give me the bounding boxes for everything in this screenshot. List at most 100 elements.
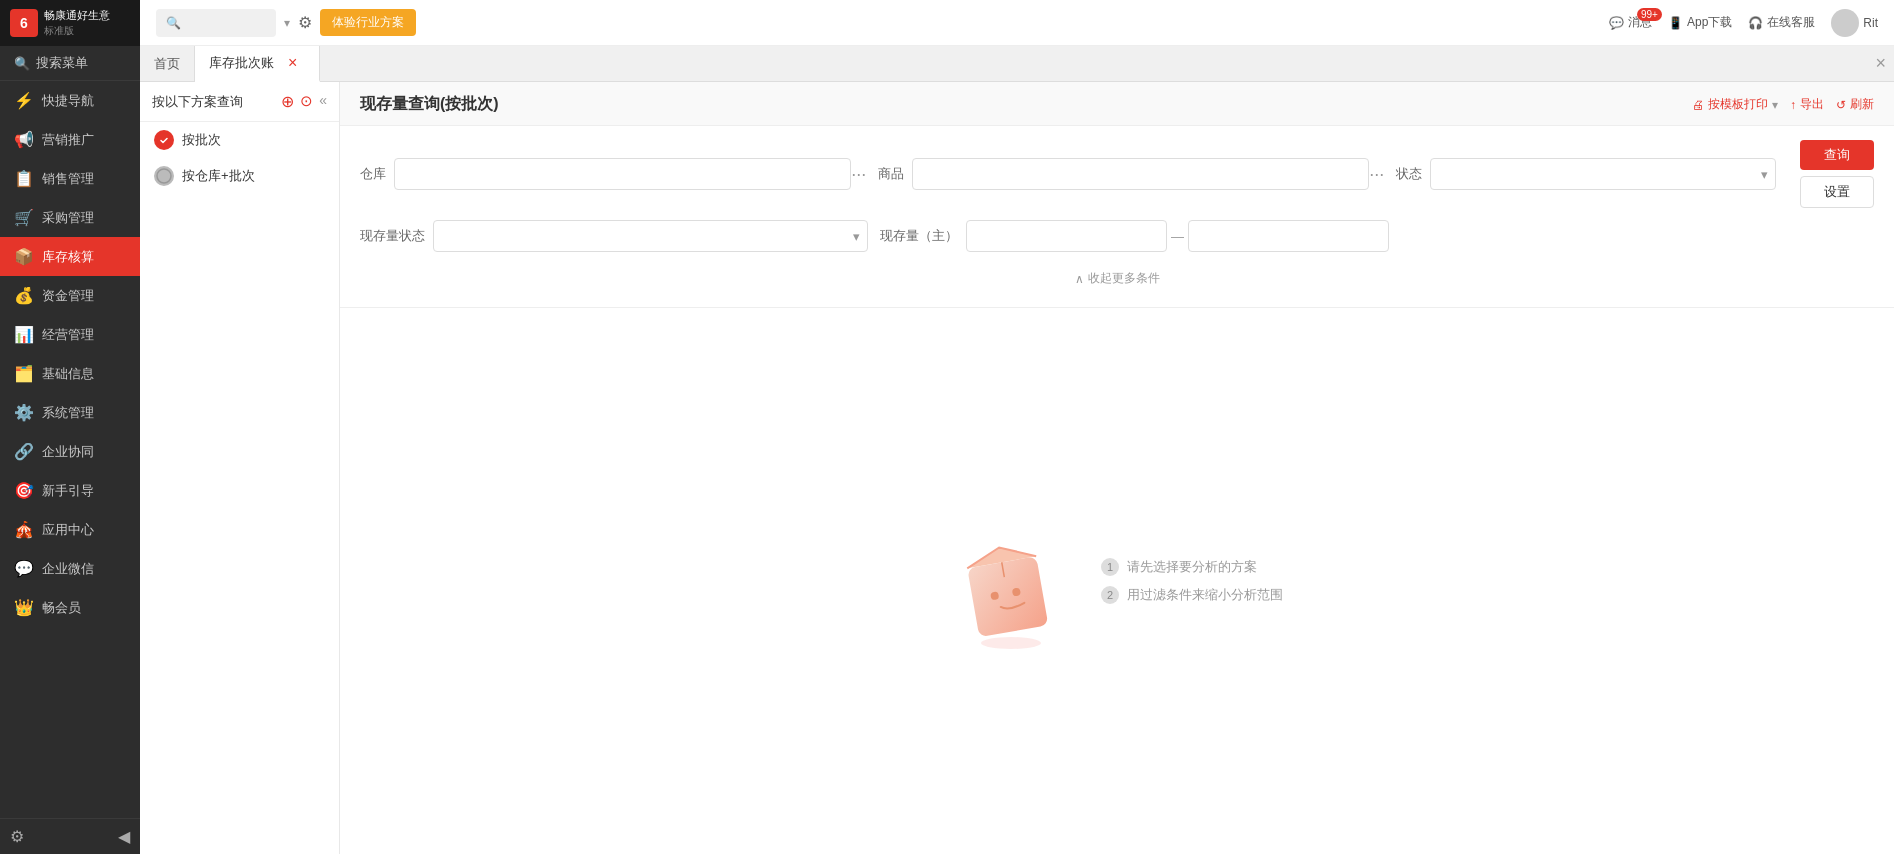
quantity-from-input[interactable] [966, 220, 1167, 252]
collapse-up-icon: ∧ [1075, 272, 1084, 286]
tip-2-number: 2 [1101, 586, 1119, 604]
scheme-by-warehouse-batch-label: 按仓库+批次 [182, 167, 255, 185]
topbar-search-box[interactable]: 🔍 [156, 9, 276, 37]
topbar: 🔍 ▾ ⚙ 体验行业方案 💬 消息 99+ 📱 App下载 🎧 在线客服 Rit [140, 0, 1894, 46]
refresh-label: 刷新 [1850, 96, 1874, 113]
content-area: 按以下方案查询 ⊕ ⊙ « 按批次 [140, 82, 1894, 854]
page-title: 现存量查询(按批次) [360, 94, 499, 115]
quantity-to-input[interactable] [1188, 220, 1389, 252]
empty-state: 1 请先选择要分析的方案 2 用过滤条件来缩小分析范围 [340, 308, 1894, 854]
avatar [1831, 9, 1859, 37]
basic-icon: 🗂️ [14, 364, 34, 383]
collapse-conditions-button[interactable]: ∧ 收起更多条件 [360, 264, 1874, 293]
app-download-label: App下载 [1687, 14, 1732, 31]
app-logo: 6 [10, 9, 38, 37]
scheme-by-batch-label: 按批次 [182, 131, 221, 149]
purchase-icon: 🛒 [14, 208, 34, 227]
product-more-button[interactable]: ··· [1369, 164, 1384, 185]
warehouse-input[interactable] [394, 158, 851, 190]
tip-1-number: 1 [1101, 558, 1119, 576]
product-input[interactable] [912, 158, 1369, 190]
sidebar-item-label: 企业微信 [42, 560, 94, 578]
sidebar-item-label: 经营管理 [42, 326, 94, 344]
collapse-panel-icon[interactable]: « [319, 92, 327, 111]
sidebar-item-label: 采购管理 [42, 209, 94, 227]
sidebar-item-label: 系统管理 [42, 404, 94, 422]
refresh-button[interactable]: ↺ 刷新 [1836, 96, 1874, 113]
inventory-status-input[interactable] [433, 220, 868, 252]
refresh-icon: ↺ [1836, 98, 1846, 112]
newbie-icon: 🎯 [14, 481, 34, 500]
topbar-gear-icon[interactable]: ⚙ [298, 13, 312, 32]
operation-icon: 📊 [14, 325, 34, 344]
scheme-by-batch-icon [154, 130, 174, 150]
print-button[interactable]: 🖨 按模板打印 ▾ [1692, 96, 1778, 113]
left-panel-header: 按以下方案查询 ⊕ ⊙ « [140, 82, 339, 122]
tab-home[interactable]: 首页 [140, 46, 195, 82]
sidebar-item-enterprise[interactable]: 🔗 企业协同 [0, 432, 140, 471]
messages-action[interactable]: 💬 消息 99+ [1609, 14, 1652, 31]
topbar-actions: 💬 消息 99+ 📱 App下载 🎧 在线客服 Rit [1609, 9, 1878, 37]
close-panel-button[interactable]: × [1867, 53, 1894, 74]
sidebar-search[interactable]: 🔍 搜索菜单 [0, 46, 140, 81]
app-download-icon: 📱 [1668, 16, 1683, 30]
sidebar-item-label: 资金管理 [42, 287, 94, 305]
query-button[interactable]: 查询 [1800, 140, 1874, 170]
export-button[interactable]: ↑ 导出 [1790, 96, 1824, 113]
sidebar-item-basic[interactable]: 🗂️ 基础信息 [0, 354, 140, 393]
sidebar-item-system[interactable]: ⚙️ 系统管理 [0, 393, 140, 432]
settings-button[interactable]: 设置 [1800, 176, 1874, 208]
svg-point-0 [157, 133, 171, 147]
trial-button[interactable]: 体验行业方案 [320, 9, 416, 36]
empty-tip-2: 2 用过滤条件来缩小分析范围 [1101, 586, 1283, 604]
quantity-separator: — [1167, 229, 1188, 244]
sales-icon: 📋 [14, 169, 34, 188]
add-scheme-button[interactable]: ⊕ [281, 92, 294, 111]
collapse-sidebar-icon[interactable]: ◀ [118, 827, 130, 846]
action-buttons: 查询 设置 [1800, 140, 1874, 208]
status-input[interactable] [1430, 158, 1776, 190]
sidebar-item-purchase[interactable]: 🛒 采购管理 [0, 198, 140, 237]
scheme-by-batch[interactable]: 按批次 [140, 122, 339, 158]
settings-footer-icon[interactable]: ⚙ [10, 827, 24, 846]
sidebar-item-label: 库存核算 [42, 248, 94, 266]
messages-badge: 99+ [1637, 8, 1662, 21]
tab-close-button[interactable]: × [280, 54, 305, 72]
export-label: 导出 [1800, 96, 1824, 113]
app-download-action[interactable]: 📱 App下载 [1668, 14, 1732, 31]
search-icon: 🔍 [14, 56, 30, 71]
scheme-by-warehouse-batch[interactable]: 按仓库+批次 [140, 158, 339, 194]
sidebar-item-operation[interactable]: 📊 经营管理 [0, 315, 140, 354]
online-service-action[interactable]: 🎧 在线客服 [1748, 14, 1815, 31]
sidebar-item-apps[interactable]: 🎪 应用中心 [0, 510, 140, 549]
inventory-quantity-label: 现存量（主） [880, 227, 958, 245]
inventory-quantity-field: 现存量（主） — [880, 220, 1388, 252]
tip-2-text: 用过滤条件来缩小分析范围 [1127, 586, 1283, 604]
system-icon: ⚙️ [14, 403, 34, 422]
main-area: 🔍 ▾ ⚙ 体验行业方案 💬 消息 99+ 📱 App下载 🎧 在线客服 Rit [140, 0, 1894, 854]
sidebar-item-quick-nav[interactable]: ⚡ 快捷导航 [0, 81, 140, 120]
empty-tips: 1 请先选择要分析的方案 2 用过滤条件来缩小分析范围 [1101, 558, 1283, 604]
sidebar-item-finance[interactable]: 💰 资金管理 [0, 276, 140, 315]
sidebar-item-marketing[interactable]: 📢 营销推广 [0, 120, 140, 159]
tip-1-text: 请先选择要分析的方案 [1127, 558, 1257, 576]
sidebar-item-inventory[interactable]: 📦 库存核算 [0, 237, 140, 276]
sidebar-item-label: 快捷导航 [42, 92, 94, 110]
filter-row-1: 仓库 ··· 商品 ··· 状态 [360, 140, 1874, 208]
warehouse-more-button[interactable]: ··· [851, 164, 866, 185]
user-profile-action[interactable]: Rit [1831, 9, 1878, 37]
scheme-settings-icon[interactable]: ⊙ [300, 92, 313, 111]
app-edition: 标准版 [44, 24, 110, 38]
sidebar-item-sales[interactable]: 📋 销售管理 [0, 159, 140, 198]
topbar-dropdown-icon[interactable]: ▾ [284, 16, 290, 30]
sidebar-item-wechat[interactable]: 💬 企业微信 [0, 549, 140, 588]
sidebar-item-member[interactable]: 👑 畅会员 [0, 588, 140, 627]
tab-inventory-batch[interactable]: 库存批次账 × [195, 46, 320, 82]
filter-area: 仓库 ··· 商品 ··· 状态 [340, 126, 1894, 308]
finance-icon: 💰 [14, 286, 34, 305]
print-label: 按模板打印 [1708, 96, 1768, 113]
company-name: 畅康通好生意 [44, 8, 110, 22]
tab-home-label: 首页 [154, 55, 180, 73]
sidebar-item-newbie[interactable]: 🎯 新手引导 [0, 471, 140, 510]
online-service-label: 在线客服 [1767, 14, 1815, 31]
